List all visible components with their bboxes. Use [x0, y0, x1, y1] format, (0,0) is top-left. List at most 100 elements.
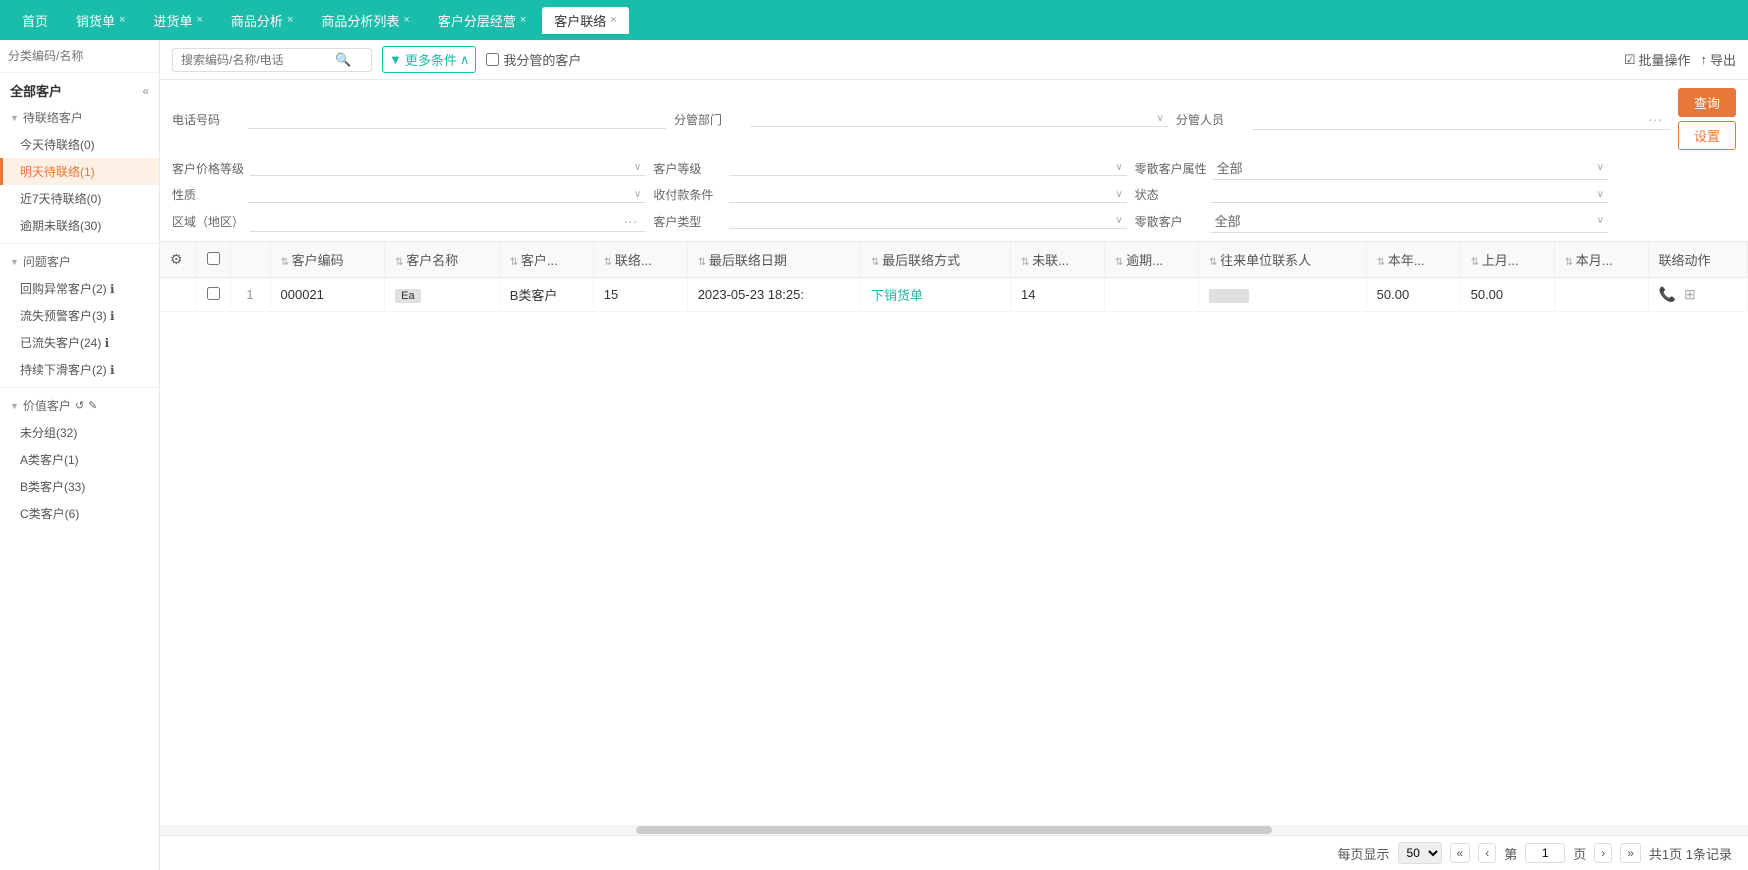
- my-customer-checkbox[interactable]: [486, 53, 499, 66]
- export-btn[interactable]: ↑ 导出: [1700, 50, 1736, 69]
- sidebar-item-c-class[interactable]: C类客户(6): [0, 500, 159, 527]
- grid-action-icon[interactable]: ⊞: [1684, 286, 1696, 303]
- filter-more-btn[interactable]: ▼ 更多条件 ∧: [382, 46, 476, 73]
- filter-label-phone: 电话号码: [172, 111, 242, 128]
- th-last-month[interactable]: 上月...: [1460, 242, 1554, 278]
- filter-row-4: 区域（地区） ··· 客户类型 ∨ 零散客户 全部 ∨: [172, 209, 1736, 233]
- filter-select-price-level[interactable]: ∨: [250, 160, 645, 176]
- page-end-label: 页: [1573, 844, 1586, 863]
- nav-tab-product-analysis-close[interactable]: ×: [287, 14, 293, 26]
- nav-tab-product-analysis[interactable]: 商品分析 ×: [219, 7, 305, 34]
- row-checkbox[interactable]: [207, 287, 220, 300]
- sidebar-all-customers-header[interactable]: 全部客户 «: [0, 73, 159, 104]
- th-unit-contact[interactable]: 往来单位联系人: [1198, 242, 1366, 278]
- filter-field-grade: 客户等级 ∨: [653, 160, 1126, 177]
- nav-tab-customer-segment[interactable]: 客户分层经营 ×: [426, 7, 538, 34]
- sidebar-divider-1: [0, 243, 159, 244]
- sidebar-item-today[interactable]: 今天待联络(0): [0, 131, 159, 158]
- filter-select-retail[interactable]: 全部 ∨: [1211, 209, 1608, 233]
- filter-manager-dots[interactable]: ···: [1644, 111, 1666, 127]
- sidebar-item-declining[interactable]: 持续下滑客户(2) ℹ: [0, 356, 159, 383]
- search-input[interactable]: [181, 53, 331, 67]
- th-un-contact[interactable]: 未联...: [1010, 242, 1104, 278]
- settings-btn[interactable]: 设置: [1678, 121, 1736, 150]
- per-page-label: 每页显示: [1338, 844, 1390, 863]
- th-overdue[interactable]: 逾期...: [1104, 242, 1198, 278]
- batch-op-btn[interactable]: ☑ 批量操作: [1624, 50, 1691, 69]
- filter-select-payment[interactable]: ∨: [729, 187, 1126, 203]
- nav-home[interactable]: 首页: [10, 7, 60, 34]
- page-input[interactable]: [1525, 843, 1565, 863]
- th-name[interactable]: 客户名称: [385, 242, 500, 278]
- sidebar-item-ungrouped[interactable]: 未分组(32): [0, 419, 159, 446]
- chevron-down-icon-3: ∨: [1115, 162, 1122, 173]
- prev-page-btn[interactable]: ‹: [1478, 843, 1496, 863]
- td-this-year: 50.00: [1366, 278, 1460, 312]
- sidebar-item-b-class[interactable]: B类客户(33): [0, 473, 159, 500]
- td-name: Ea: [385, 278, 500, 312]
- td-unit-contact: [1198, 278, 1366, 312]
- search-icon[interactable]: 🔍: [335, 52, 351, 68]
- my-customer-check[interactable]: 我分管的客户: [486, 50, 581, 69]
- sidebar-item-7days[interactable]: 近7天待联络(0): [0, 185, 159, 212]
- filter-select-grade[interactable]: ∨: [729, 160, 1126, 176]
- filter-select-type[interactable]: ∨: [729, 213, 1126, 229]
- filter-select-retail-attr[interactable]: 全部 ∨: [1213, 156, 1608, 180]
- sidebar-group-pending[interactable]: 待联络客户: [0, 104, 159, 131]
- th-contact[interactable]: 联络...: [593, 242, 687, 278]
- th-last-date[interactable]: 最后联络日期: [687, 242, 860, 278]
- filter-region-dots[interactable]: ···: [619, 213, 641, 229]
- sidebar-item-lost-warning[interactable]: 流失预警客户(3) ℹ: [0, 302, 159, 329]
- th-this-year[interactable]: 本年...: [1366, 242, 1460, 278]
- filter-label-payment: 收付款条件: [653, 186, 723, 203]
- last-method-link[interactable]: 下销货单: [871, 288, 923, 303]
- scroll-bar-area: [160, 825, 1748, 835]
- per-page-select[interactable]: 50: [1398, 842, 1442, 864]
- th-type[interactable]: 客户...: [499, 242, 593, 278]
- filter-field-manager: 分管人员 ···: [1176, 109, 1670, 130]
- filter-select-dept[interactable]: ∨: [750, 111, 1168, 127]
- th-this-month[interactable]: 本月...: [1554, 242, 1648, 278]
- sidebar-group-problem[interactable]: 问题客户: [0, 248, 159, 275]
- sidebar-item-overdue[interactable]: 逾期未联络(30): [0, 212, 159, 239]
- filter-input-phone[interactable]: [248, 110, 666, 129]
- phone-action-icon[interactable]: 📞: [1659, 286, 1676, 303]
- sidebar-item-lost[interactable]: 已流失客户(24) ℹ: [0, 329, 159, 356]
- last-page-btn[interactable]: »: [1620, 843, 1641, 863]
- sidebar-group-value-edit[interactable]: ✎: [88, 399, 97, 412]
- sidebar-group-value-refresh[interactable]: ↺: [75, 399, 84, 412]
- sidebar-item-tomorrow[interactable]: 明天待联络(1): [0, 158, 159, 185]
- filter-select-nature[interactable]: ∨: [248, 187, 645, 203]
- pagination-bar: 每页显示 50 « ‹ 第 页 › » 共1页 1条记录: [160, 835, 1748, 870]
- sidebar-collapse-icon[interactable]: «: [142, 84, 149, 98]
- nav-tab-sales-close[interactable]: ×: [119, 14, 125, 26]
- gear-icon[interactable]: ⚙: [170, 251, 183, 267]
- filter-row-2: 客户价格等级 ∨ 客户等级 ∨ 零散客户属性 全部: [172, 156, 1736, 180]
- filter-select-status[interactable]: ∨: [1211, 187, 1608, 203]
- th-last-method[interactable]: 最后联络方式: [860, 242, 1010, 278]
- filter-field-status: 状态 ∨: [1135, 186, 1608, 203]
- th-code[interactable]: 客户编码: [270, 242, 385, 278]
- chevron-down-icon-8: ∨: [1115, 215, 1122, 226]
- nav-tab-sales[interactable]: 销货单 ×: [64, 7, 137, 34]
- scroll-thumb[interactable]: [636, 826, 1271, 834]
- select-all-checkbox[interactable]: [207, 252, 220, 265]
- sidebar-item-repurchase[interactable]: 回购异常客户(2) ℹ: [0, 275, 159, 302]
- nav-tab-customer-contact-close[interactable]: ×: [610, 14, 616, 26]
- td-code: 000021: [270, 278, 385, 312]
- filter-field-price-level: 客户价格等级 ∨: [172, 160, 645, 177]
- nav-tab-product-list[interactable]: 商品分析列表 ×: [309, 7, 421, 34]
- th-gear[interactable]: ⚙: [160, 242, 196, 278]
- nav-tab-customer-segment-close[interactable]: ×: [520, 14, 526, 26]
- sidebar-group-value[interactable]: 价值客户 ↺ ✎: [0, 392, 159, 419]
- filter-row-3: 性质 ∨ 收付款条件 ∨ 状态: [172, 186, 1736, 203]
- first-page-btn[interactable]: «: [1450, 843, 1471, 863]
- sidebar-search-input[interactable]: [8, 49, 160, 63]
- query-btn[interactable]: 查询: [1678, 88, 1736, 117]
- nav-tab-purchase[interactable]: 进货单 ×: [141, 7, 214, 34]
- nav-tab-product-list-close[interactable]: ×: [403, 14, 409, 26]
- sidebar-item-a-class[interactable]: A类客户(1): [0, 446, 159, 473]
- next-page-btn[interactable]: ›: [1594, 843, 1612, 863]
- nav-tab-purchase-close[interactable]: ×: [196, 14, 202, 26]
- nav-tab-customer-contact[interactable]: 客户联络 ×: [542, 7, 628, 34]
